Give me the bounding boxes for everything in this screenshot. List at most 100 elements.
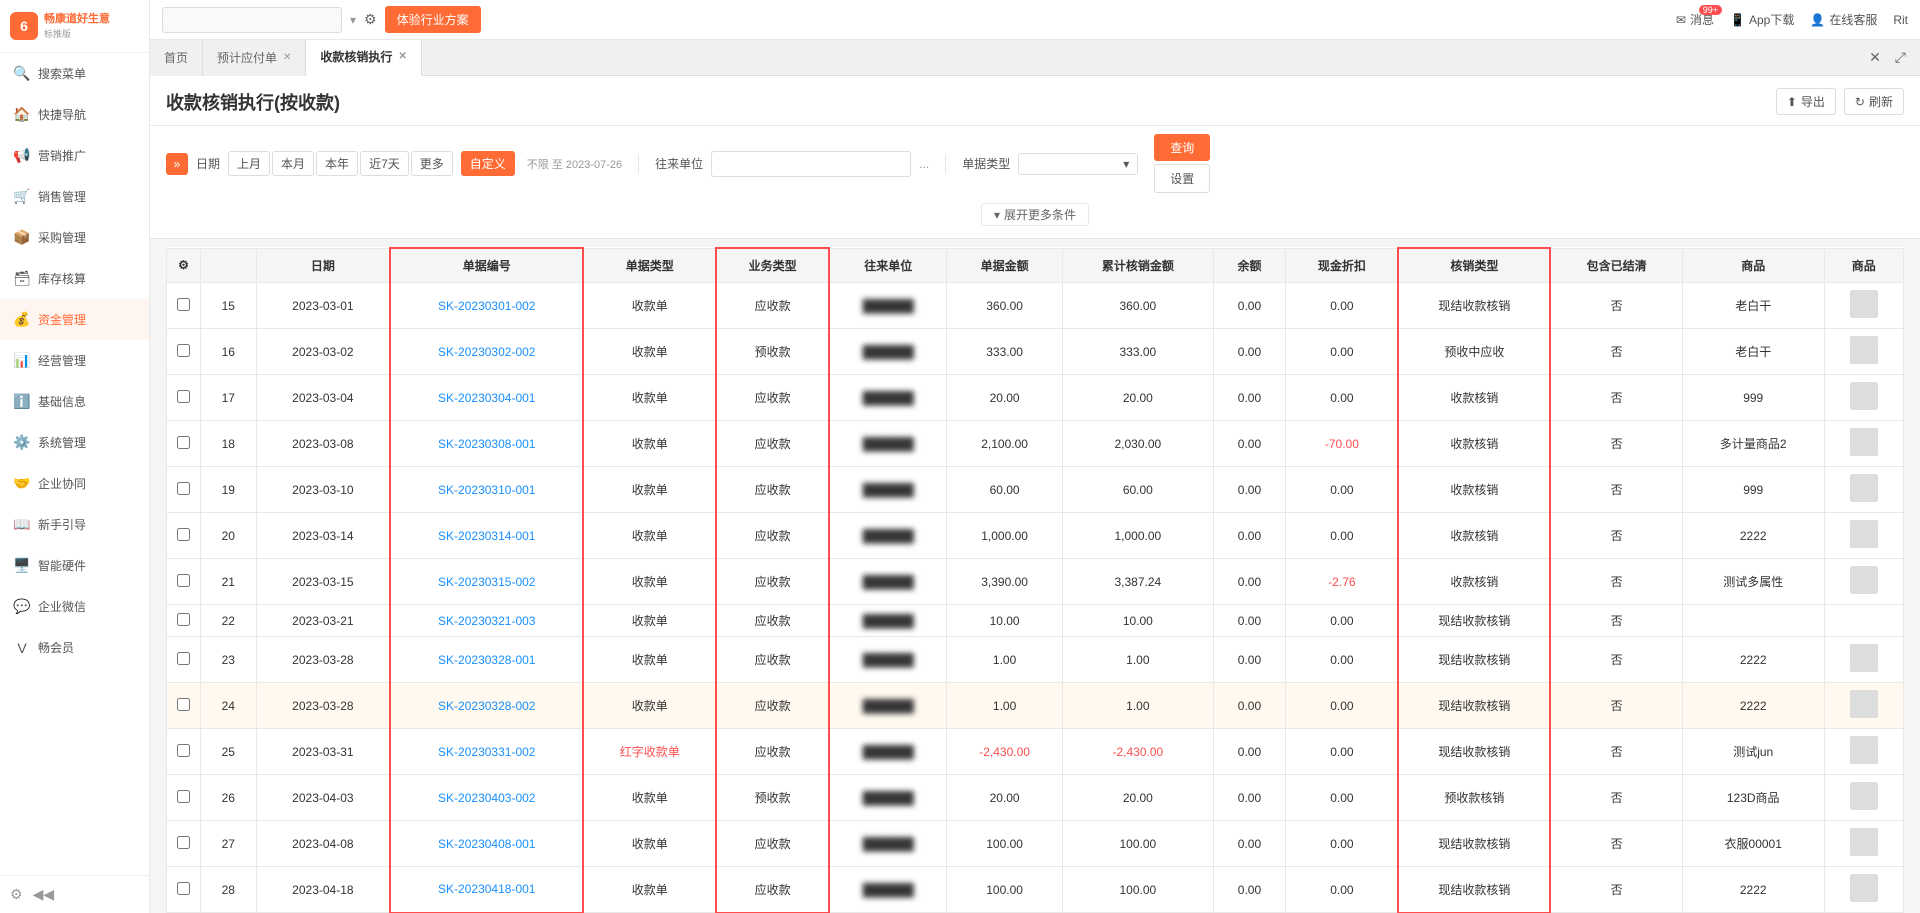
sidebar-item-marketing[interactable]: 📢 营销推广 (0, 135, 149, 176)
tab-close-payable[interactable]: ✕ (283, 52, 291, 63)
message-action[interactable]: ✉ 消息 99+ (1676, 11, 1714, 28)
doc-number-link[interactable]: SK-20230328-002 (438, 699, 535, 713)
cell-doc-number[interactable]: SK-20230331-002 (390, 729, 583, 775)
expand-tab-icon[interactable]: ⤢ (1889, 45, 1912, 70)
custom-date-btn[interactable]: 自定义 (461, 151, 515, 176)
cell-doc-number[interactable]: SK-20230301-002 (390, 283, 583, 329)
cell-doc-number[interactable]: SK-20230328-002 (390, 683, 583, 729)
tab-home[interactable]: 首页 (150, 40, 203, 76)
service-action[interactable]: 👤 在线客服 (1810, 11, 1877, 28)
cell-doc-number[interactable]: SK-20230315-002 (390, 559, 583, 605)
row-checkbox-12[interactable] (177, 836, 190, 849)
cell-doc-number[interactable]: SK-20230321-003 (390, 605, 583, 637)
doc-number-link[interactable]: SK-20230328-001 (438, 653, 535, 667)
filter-toggle-btn[interactable]: » (166, 153, 188, 175)
doc-number-link[interactable]: SK-20230331-002 (438, 745, 535, 759)
close-tab-icon[interactable]: ✕ (1863, 45, 1887, 70)
row-checkbox-9[interactable] (177, 698, 190, 711)
date-btn-本月[interactable]: 本月 (272, 151, 314, 176)
doc-number-link[interactable]: SK-20230308-001 (438, 437, 535, 451)
date-btn-上月[interactable]: 上月 (228, 151, 270, 176)
sidebar-item-operation[interactable]: 📊 经营管理 (0, 340, 149, 381)
sidebar-item-purchase[interactable]: 📦 采购管理 (0, 217, 149, 258)
date-btn-更多[interactable]: 更多 (411, 151, 453, 176)
sidebar-item-basic[interactable]: ℹ️ 基础信息 (0, 381, 149, 422)
cell-doc-number[interactable]: SK-20230418-001 (390, 867, 583, 913)
more-dots[interactable]: ... (919, 157, 929, 171)
doc-number-link[interactable]: SK-20230304-001 (438, 391, 535, 405)
app-download-action[interactable]: 📱 App下载 (1730, 11, 1794, 28)
sidebar-item-guide[interactable]: 📖 新手引导 (0, 504, 149, 545)
sidebar-item-wechat[interactable]: 💬 企业微信 (0, 586, 149, 627)
doc-number-link[interactable]: SK-20230418-001 (438, 882, 535, 896)
query-btn[interactable]: 查询 (1154, 134, 1210, 161)
row-checkbox-6[interactable] (177, 574, 190, 587)
sidebar-item-hardware[interactable]: 🖥️ 智能硬件 (0, 545, 149, 586)
settings-filter-btn[interactable]: 设置 (1154, 164, 1210, 193)
cell-doc-number[interactable]: SK-20230328-001 (390, 637, 583, 683)
cell-biz-type: 应收款 (716, 729, 829, 775)
goods-thumbnail (1850, 736, 1878, 764)
cell-doc-number[interactable]: SK-20230308-001 (390, 421, 583, 467)
doc-number-link[interactable]: SK-20230314-001 (438, 529, 535, 543)
row-checkbox-1[interactable] (177, 344, 190, 357)
row-checkbox-4[interactable] (177, 482, 190, 495)
industry-btn[interactable]: 体验行业方案 (385, 6, 481, 33)
cell-doc-number[interactable]: SK-20230408-001 (390, 821, 583, 867)
row-checkbox-5[interactable] (177, 528, 190, 541)
sidebar-item-search[interactable]: 🔍 搜索菜单 (0, 53, 149, 94)
row-checkbox-7[interactable] (177, 613, 190, 626)
cell-doc-number[interactable]: SK-20230302-002 (390, 329, 583, 375)
gear-icon[interactable]: ⚙ (364, 11, 377, 28)
doc-number-link[interactable]: SK-20230321-003 (438, 614, 535, 628)
dropdown-arrow-icon[interactable]: ▾ (350, 13, 356, 27)
cell-doc-number[interactable]: SK-20230310-001 (390, 467, 583, 513)
sidebar-item-sales[interactable]: 🛒 销售管理 (0, 176, 149, 217)
row-checkbox-13[interactable] (177, 882, 190, 895)
sidebar-item-nav[interactable]: 🏠 快捷导航 (0, 94, 149, 135)
partner-input[interactable] (711, 151, 911, 177)
th-settings[interactable]: ⚙ (167, 248, 201, 283)
sidebar-item-enterprise[interactable]: 🤝 企业协同 (0, 463, 149, 504)
row-checkbox-10[interactable] (177, 744, 190, 757)
row-checkbox-8[interactable] (177, 652, 190, 665)
tab-payable[interactable]: 预计应付单✕ (203, 40, 306, 76)
cell-doc-type: 收款单 (583, 605, 716, 637)
page-header: 收款核销执行(按收款) ⬆ 导出 ↻ 刷新 (150, 76, 1920, 126)
tab-close-receivable[interactable]: ✕ (398, 51, 406, 62)
settings-icon[interactable]: ⚙ (10, 886, 23, 903)
sidebar-item-member[interactable]: V 畅会员 (0, 627, 149, 668)
doc-type-select[interactable]: ▾ (1018, 153, 1138, 175)
sidebar-item-finance[interactable]: 💰 资金管理 (0, 299, 149, 340)
row-checkbox-3[interactable] (177, 436, 190, 449)
collapse-icon[interactable]: ◀◀ (33, 886, 55, 903)
refresh-btn[interactable]: ↻ 刷新 (1844, 88, 1904, 115)
cell-doc-number[interactable]: SK-20230314-001 (390, 513, 583, 559)
cell-doc-number[interactable]: SK-20230403-002 (390, 775, 583, 821)
doc-number-link[interactable]: SK-20230403-002 (438, 791, 535, 805)
cell-doc-type: 收款单 (583, 559, 716, 605)
cell-cumulative: 100.00 (1063, 821, 1213, 867)
export-btn[interactable]: ⬆ 导出 (1776, 88, 1836, 115)
row-checkbox-11[interactable] (177, 790, 190, 803)
user-action[interactable]: Rit (1893, 13, 1908, 27)
doc-number-link[interactable]: SK-20230408-001 (438, 837, 535, 851)
sidebar-item-system[interactable]: ⚙️ 系统管理 (0, 422, 149, 463)
column-settings-icon[interactable]: ⚙ (178, 258, 189, 272)
sidebar-item-inventory[interactable]: 🗃 库存核算 (0, 258, 149, 299)
row-checkbox-2[interactable] (177, 390, 190, 403)
doc-number-link[interactable]: SK-20230310-001 (438, 483, 535, 497)
search-input[interactable] (162, 7, 342, 33)
date-btn-近7天[interactable]: 近7天 (360, 151, 409, 176)
doc-number-link[interactable]: SK-20230301-002 (438, 299, 535, 313)
date-btn-本年[interactable]: 本年 (316, 151, 358, 176)
cell-goods: 衣服00001 (1682, 821, 1824, 867)
tab-receivable[interactable]: 收款核销执行✕ (306, 40, 421, 76)
expand-conditions-btn[interactable]: ▾ 展开更多条件 (981, 203, 1089, 226)
doc-number-link[interactable]: SK-20230302-002 (438, 345, 535, 359)
cell-doc-number[interactable]: SK-20230304-001 (390, 375, 583, 421)
doc-number-link[interactable]: SK-20230315-002 (438, 575, 535, 589)
goods-thumbnail (1850, 828, 1878, 856)
cell-goods: 123D商品 (1682, 775, 1824, 821)
row-checkbox-0[interactable] (177, 298, 190, 311)
